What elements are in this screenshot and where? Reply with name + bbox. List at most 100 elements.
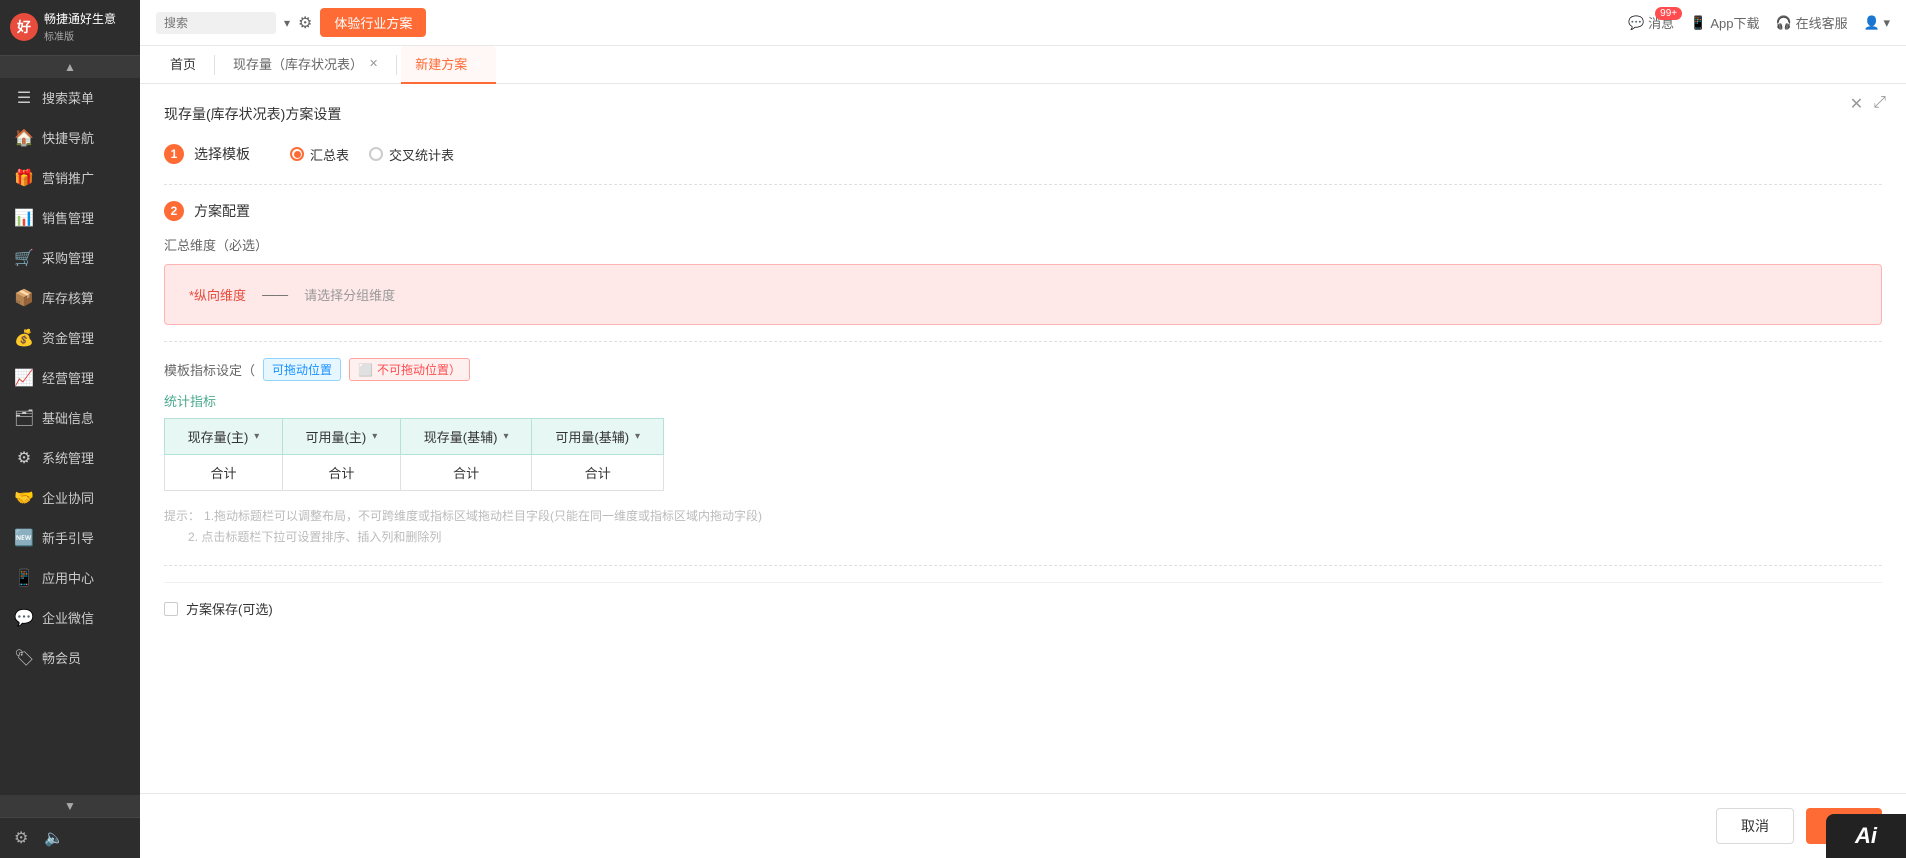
sidebar-item-wechat[interactable]: 💬 企业微信: [0, 598, 140, 638]
option-summary[interactable]: 汇总表: [290, 145, 349, 164]
hint-prefix: 提示：: [164, 507, 200, 524]
tabs-bar: 首页 现存量（库存状况表） ✕ 新建方案 ✕: [140, 46, 1906, 84]
stats-title: 统计指标: [164, 391, 1882, 410]
step1-badge: 1: [164, 144, 184, 164]
col-arrow-3: ▾: [635, 431, 640, 442]
hint-label: 提示： 1.拖动标题栏可以调整布局，不可跨维度或指标区域拖动栏目字段(只能在同一…: [164, 507, 1882, 524]
footer-buttons: 取消 查询: [140, 793, 1906, 858]
stats-table: 现存量(主) ▾ 可用量(主) ▾: [164, 418, 664, 491]
user-avatar[interactable]: 👤 ▾: [1864, 15, 1890, 31]
tab-inventory[interactable]: 现存量（库存状况表） ✕: [219, 46, 392, 84]
sidebar-scroll-down[interactable]: ▼: [0, 795, 140, 817]
cart-icon: 🛒: [14, 248, 34, 268]
divider-2: [164, 341, 1882, 342]
sidebar-item-nav[interactable]: 🏠 快捷导航: [0, 118, 140, 158]
sidebar-item-search[interactable]: ☰ 搜索菜单: [0, 78, 140, 118]
sidebar-item-purchase[interactable]: 🛒 采购管理: [0, 238, 140, 278]
sidebar-item-marketing[interactable]: 🎁 营销推广: [0, 158, 140, 198]
sidebar-item-system[interactable]: ⚙ 系统管理: [0, 438, 140, 478]
sidebar: 好 畅捷通好生意 标准版 ▲ ☰ 搜索菜单 🏠 快捷导航 🎁 营销推广 📊 销售…: [0, 0, 140, 858]
col-header-2[interactable]: 现存量(基辅) ▾: [400, 419, 532, 455]
online-service-button[interactable]: 🎧 在线客服: [1775, 13, 1847, 32]
search-menu-icon: ☰: [14, 88, 34, 108]
wechat-icon: 💬: [14, 608, 34, 628]
main-area: ▾ ⚙ 体验行业方案 💬 消息 99+ 📱 App下载 🎧 在线客服 👤 ▾ 首…: [140, 0, 1906, 858]
cancel-button[interactable]: 取消: [1716, 808, 1794, 844]
sidebar-footer: ⚙ 🔈: [0, 817, 140, 858]
sidebar-item-management[interactable]: 📈 经营管理: [0, 358, 140, 398]
content-area: ✕ ⤢ 现存量(库存状况表)方案设置 1 选择模板 汇总表: [140, 84, 1906, 793]
sidebar-item-cooperation[interactable]: 🤝 企业协同: [0, 478, 140, 518]
tab-separator-1: [214, 55, 215, 75]
tab-new-plan[interactable]: 新建方案 ✕: [401, 46, 496, 84]
logo-icon: 好: [10, 13, 38, 41]
sound-icon[interactable]: 🔈: [44, 828, 64, 848]
sidebar-item-sales[interactable]: 📊 销售管理: [0, 198, 140, 238]
search-input[interactable]: [156, 12, 276, 34]
step2-header: 2 方案配置: [164, 201, 1882, 221]
ai-badge[interactable]: Ai: [1826, 814, 1906, 858]
home-icon: 🏠: [14, 128, 34, 148]
sidebar-logo: 好 畅捷通好生意 标准版: [0, 0, 140, 56]
cell-0-2: 合计: [400, 455, 532, 491]
tab-close-inventory[interactable]: ✕: [369, 57, 378, 70]
save-checkbox[interactable]: [164, 602, 178, 616]
money-icon: 💰: [14, 328, 34, 348]
sidebar-item-finance[interactable]: 💰 资金管理: [0, 318, 140, 358]
box-icon: 📦: [14, 288, 34, 308]
industry-button[interactable]: 体验行业方案: [320, 8, 426, 37]
step2-section: 2 方案配置 汇总维度（必选） *纵向维度 —— 请选择分组维度 模板指标设定（…: [164, 201, 1882, 545]
not-draggable-icon: ⬜: [358, 363, 373, 377]
sidebar-item-apps[interactable]: 📱 应用中心: [0, 558, 140, 598]
option-cross[interactable]: 交叉统计表: [369, 145, 454, 164]
phone-icon: 📱: [1690, 15, 1706, 31]
cell-0-0: 合计: [165, 455, 283, 491]
save-option: 方案保存(可选): [164, 582, 1882, 634]
member-icon: 🏷: [14, 648, 34, 668]
dimension-row: *纵向维度 —— 请选择分组维度: [164, 264, 1882, 325]
topbar-right: 💬 消息 99+ 📱 App下载 🎧 在线客服 👤 ▾: [1628, 13, 1890, 32]
radio-summary[interactable]: [290, 147, 304, 161]
content-inner: ✕ ⤢ 现存量(库存状况表)方案设置 1 选择模板 汇总表: [140, 84, 1906, 793]
sidebar-item-inventory[interactable]: 📦 库存核算: [0, 278, 140, 318]
tab-home[interactable]: 首页: [156, 46, 210, 84]
sidebar-item-newbie[interactable]: 🆕 新手引导: [0, 518, 140, 558]
dim-placeholder: 请选择分组维度: [304, 285, 395, 304]
app-icon: 📱: [14, 568, 34, 588]
topbar-gear-icon[interactable]: ⚙: [298, 13, 312, 33]
dimension-section-label: 汇总维度（必选）: [164, 235, 1882, 254]
sidebar-item-member[interactable]: 🏷 畅会员: [0, 638, 140, 678]
new-icon: 🆕: [14, 528, 34, 548]
table-row-0: 合计 合计 合计 合计: [165, 455, 664, 491]
app-download-button[interactable]: 📱 App下载: [1690, 13, 1759, 32]
not-draggable-tag: ⬜ 不可拖动位置）: [349, 358, 470, 381]
dropdown-arrow-icon[interactable]: ▾: [284, 16, 290, 30]
step2-badge: 2: [164, 201, 184, 221]
close-window-icon[interactable]: ✕: [1850, 94, 1863, 114]
window-controls: ✕ ⤢: [1850, 94, 1886, 114]
headset-icon: 🎧: [1775, 15, 1791, 31]
step2-title: 方案配置: [194, 201, 250, 221]
settings-footer-icon[interactable]: ⚙: [14, 828, 28, 848]
col-header-1[interactable]: 可用量(主) ▾: [282, 419, 400, 455]
sidebar-scroll-up[interactable]: ▲: [0, 56, 140, 78]
sidebar-item-basic[interactable]: 🗂 基础信息: [0, 398, 140, 438]
col-header-3[interactable]: 可用量(基辅) ▾: [532, 419, 664, 455]
col-header-0[interactable]: 现存量(主) ▾: [165, 419, 283, 455]
radio-cross[interactable]: [369, 147, 383, 161]
message-button[interactable]: 💬 消息 99+: [1628, 13, 1674, 32]
chart-icon: 📈: [14, 368, 34, 388]
cell-0-3: 合计: [532, 455, 664, 491]
app-edition: 标准版: [44, 28, 116, 43]
col-arrow-1: ▾: [372, 431, 377, 442]
gear-icon: ⚙: [14, 448, 34, 468]
hint-item-2: 2. 点击标题栏下拉可设置排序、插入列和删除列: [164, 528, 1882, 545]
step1-header: 1 选择模板 汇总表 交叉统计表: [164, 144, 1882, 164]
indicator-label: 模板指标设定（ 可拖动位置 ⬜ 不可拖动位置）: [164, 358, 1882, 381]
expand-window-icon[interactable]: ⤢: [1873, 94, 1886, 114]
col-arrow-0: ▾: [254, 431, 259, 442]
hints-section: 提示： 1.拖动标题栏可以调整布局，不可跨维度或指标区域拖动栏目字段(只能在同一…: [164, 507, 1882, 545]
cell-0-1: 合计: [282, 455, 400, 491]
tab-separator-2: [396, 55, 397, 75]
tab-close-new[interactable]: ✕: [473, 57, 482, 70]
